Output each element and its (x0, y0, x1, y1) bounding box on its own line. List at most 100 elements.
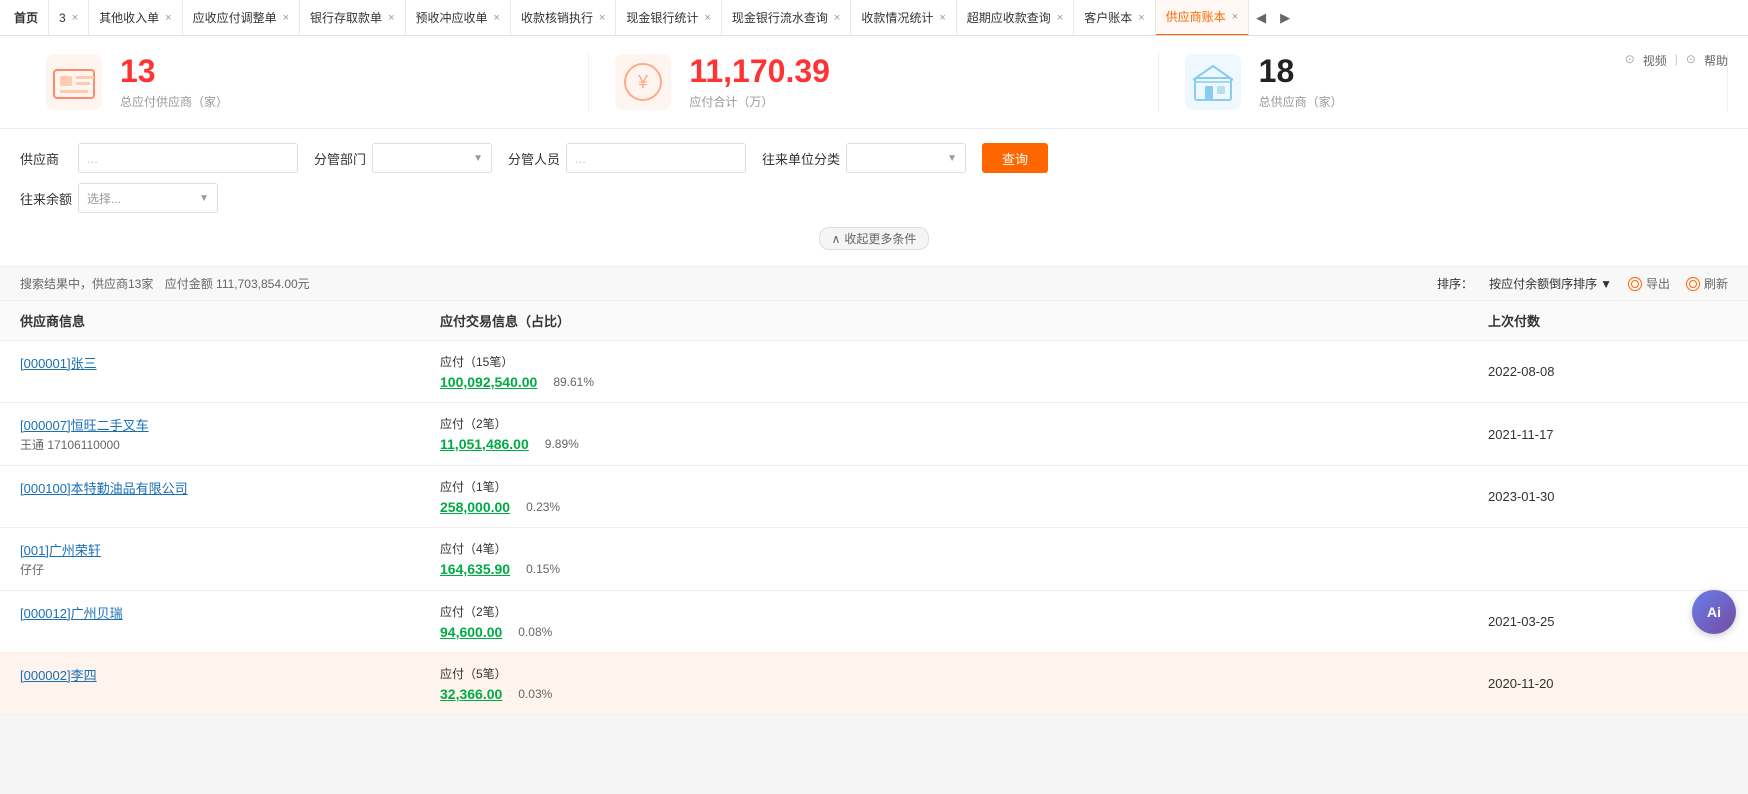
supplier-name-4[interactable]: [001]广州荣轩 (20, 540, 440, 559)
svg-text:¥: ¥ (637, 72, 649, 92)
trans-amount-1[interactable]: 100,092,540.00 (440, 374, 537, 390)
result-text-prefix: 搜索结果中，供应商13家 (20, 277, 153, 291)
query-button[interactable]: 查询 (982, 143, 1048, 173)
trans-label-3: 应付（1笔） (440, 478, 507, 495)
nav-next-btn[interactable]: ▶ (1273, 0, 1297, 36)
trans-amount-6[interactable]: 32,366.00 (440, 686, 502, 702)
filter-section: 供应商 ... 分管部门 ▼ 分管人员 ... 往来单位分类 ▼ (0, 129, 1748, 267)
table-header-transaction: 应付交易信息（占比） (440, 311, 1488, 330)
trans-percent-3: 0.23% (526, 500, 560, 514)
table-header-supplier: 供应商信息 (20, 311, 440, 330)
nav-supplier-book-label: 供应商账本 (1166, 8, 1226, 25)
collapse-btn-label: 收起更多条件 (844, 230, 916, 247)
nav-tab-home[interactable]: 首页 (4, 0, 49, 36)
amount-icon: ¥ (613, 52, 673, 112)
close-icon[interactable]: × (834, 12, 840, 24)
nav-tab-cash-bank-flow[interactable]: 现金银行流水查询 × (722, 0, 851, 36)
collapse-button[interactable]: ∧ 收起更多条件 (819, 227, 930, 250)
dept-select[interactable]: ▼ (372, 143, 492, 173)
nav-customer-book-label: 客户账本 (1084, 9, 1132, 26)
top-links: ⊙ 视频 | ⊙ 帮助 (1625, 52, 1728, 69)
supplier-name-6[interactable]: [000002]李四 (20, 665, 440, 684)
lastpay-2: 2021-11-17 (1488, 415, 1728, 453)
table-header-lastpay: 上次付数 (1488, 311, 1728, 330)
nav-tab-supplier-book[interactable]: 供应商账本 × (1156, 0, 1249, 36)
trans-amount-5[interactable]: 94,600.00 (440, 624, 502, 640)
dept-filter-label: 分管部门 (314, 149, 366, 168)
trans-label-6: 应付（5笔） (440, 665, 507, 682)
trans-percent-4: 0.15% (526, 562, 560, 576)
help-link[interactable]: 帮助 (1704, 52, 1728, 69)
close-icon[interactable]: × (1138, 12, 1144, 24)
person-input[interactable]: ... (566, 143, 746, 173)
sort-select[interactable]: 按应付余额倒序排序 ▼ (1489, 275, 1612, 292)
nav-tab-ar-ap-adjust[interactable]: 应收应付调整单 × (183, 0, 300, 36)
category-select[interactable]: ▼ (846, 143, 966, 173)
result-right-actions: 排序： 按应付余额倒序排序 ▼ 导出 刷新 (1437, 275, 1728, 292)
nav-tab-receipt-stats[interactable]: 收款情况统计 × (851, 0, 956, 36)
supplier-contact-4: 仔仔 (20, 561, 440, 578)
trans-percent-5: 0.08% (518, 625, 552, 639)
lastpay-4 (1488, 540, 1728, 578)
supplier-input[interactable]: ... (78, 143, 298, 173)
ai-btn-label: Ai (1707, 604, 1721, 620)
close-icon[interactable]: × (704, 12, 710, 24)
supplier-contact-2: 王通 17106110000 (20, 436, 440, 453)
trans-amount-2[interactable]: 11,051,486.00 (440, 436, 529, 452)
export-button[interactable]: 导出 (1628, 275, 1670, 292)
supplier-info-6: [000002]李四 (20, 665, 440, 702)
supplier-name-5[interactable]: [000012]广州贝瑞 (20, 603, 440, 622)
refresh-icon (1686, 277, 1700, 291)
balance-select[interactable]: 选择... ▼ (78, 183, 218, 213)
supplier-name-1[interactable]: [000001]张三 (20, 353, 440, 372)
supplier-payable-icon (44, 52, 104, 112)
nav-tab-3[interactable]: 3 × (49, 0, 89, 36)
refresh-button[interactable]: 刷新 (1686, 275, 1728, 292)
filter-balance: 往来余额 选择... ▼ (20, 183, 218, 213)
transaction-info-2: 应付（2笔） 11,051,486.00 9.89% (440, 415, 1488, 453)
close-icon[interactable]: × (939, 12, 945, 24)
close-icon[interactable]: × (165, 12, 171, 24)
nav-cash-bank-flow-label: 现金银行流水查询 (732, 9, 828, 26)
nav-tab-customer-book[interactable]: 客户账本 × (1074, 0, 1155, 36)
nav-tab-other-income[interactable]: 其他收入单 × (89, 0, 182, 36)
person-filter-label: 分管人员 (508, 149, 560, 168)
stat-number-total-suppliers: 18 (1259, 54, 1343, 89)
circle-icon-help: ⊙ (1686, 52, 1696, 69)
chevron-down-icon: ▼ (199, 193, 209, 204)
supplier-input-dots: ... (87, 151, 289, 166)
filter-category: 往来单位分类 ▼ (762, 143, 966, 173)
stat-label-total-suppliers: 总供应商（家） (1259, 93, 1343, 110)
supplier-info-2: [000007]恒旺二手叉车 王通 17106110000 (20, 415, 440, 453)
trans-amount-4[interactable]: 164,635.90 (440, 561, 510, 577)
nav-tab-receipt-verify[interactable]: 收款核销执行 × (511, 0, 616, 36)
trans-percent-1: 89.61% (553, 375, 594, 389)
nav-other-income-label: 其他收入单 (99, 9, 159, 26)
close-icon[interactable]: × (494, 12, 500, 24)
result-summary: 搜索结果中，供应商13家 应付金额 111,703,854.00元 (20, 275, 310, 292)
category-filter-label: 往来单位分类 (762, 149, 840, 168)
table-row: [000007]恒旺二手叉车 王通 17106110000 应付（2笔） 11,… (0, 403, 1748, 466)
nav-tab-cash-bank-stats[interactable]: 现金银行统计 × (616, 0, 721, 36)
trans-amount-3[interactable]: 258,000.00 (440, 499, 510, 515)
close-icon[interactable]: × (599, 12, 605, 24)
stat-label-payable-amount: 应付合计（万） (689, 93, 830, 110)
close-icon[interactable]: × (388, 12, 394, 24)
stat-number-payable-suppliers: 13 (120, 54, 228, 89)
nav-tab-bank-deposit[interactable]: 银行存取款单 × (300, 0, 405, 36)
supplier-info-3: [000100]本特勤油品有限公司 (20, 478, 440, 515)
trans-label-1: 应付（15笔） (440, 353, 513, 370)
nav-prev-btn[interactable]: ◀ (1249, 0, 1273, 36)
circle-icon: ⊙ (1625, 52, 1635, 69)
nav-tab-overdue-ar[interactable]: 超期应收款查询 × (957, 0, 1074, 36)
supplier-name-3[interactable]: [000100]本特勤油品有限公司 (20, 478, 440, 497)
close-icon[interactable]: × (1232, 11, 1238, 23)
close-icon[interactable]: × (1057, 12, 1063, 24)
lastpay-3: 2023-01-30 (1488, 478, 1728, 515)
video-link[interactable]: 视频 (1643, 52, 1667, 69)
ai-button[interactable]: Ai (1692, 590, 1736, 634)
nav-tab-prepay-ar[interactable]: 预收冲应收单 × (406, 0, 511, 36)
close-icon[interactable]: × (283, 12, 289, 24)
close-icon[interactable]: × (72, 12, 78, 24)
supplier-name-2[interactable]: [000007]恒旺二手叉车 (20, 415, 440, 434)
